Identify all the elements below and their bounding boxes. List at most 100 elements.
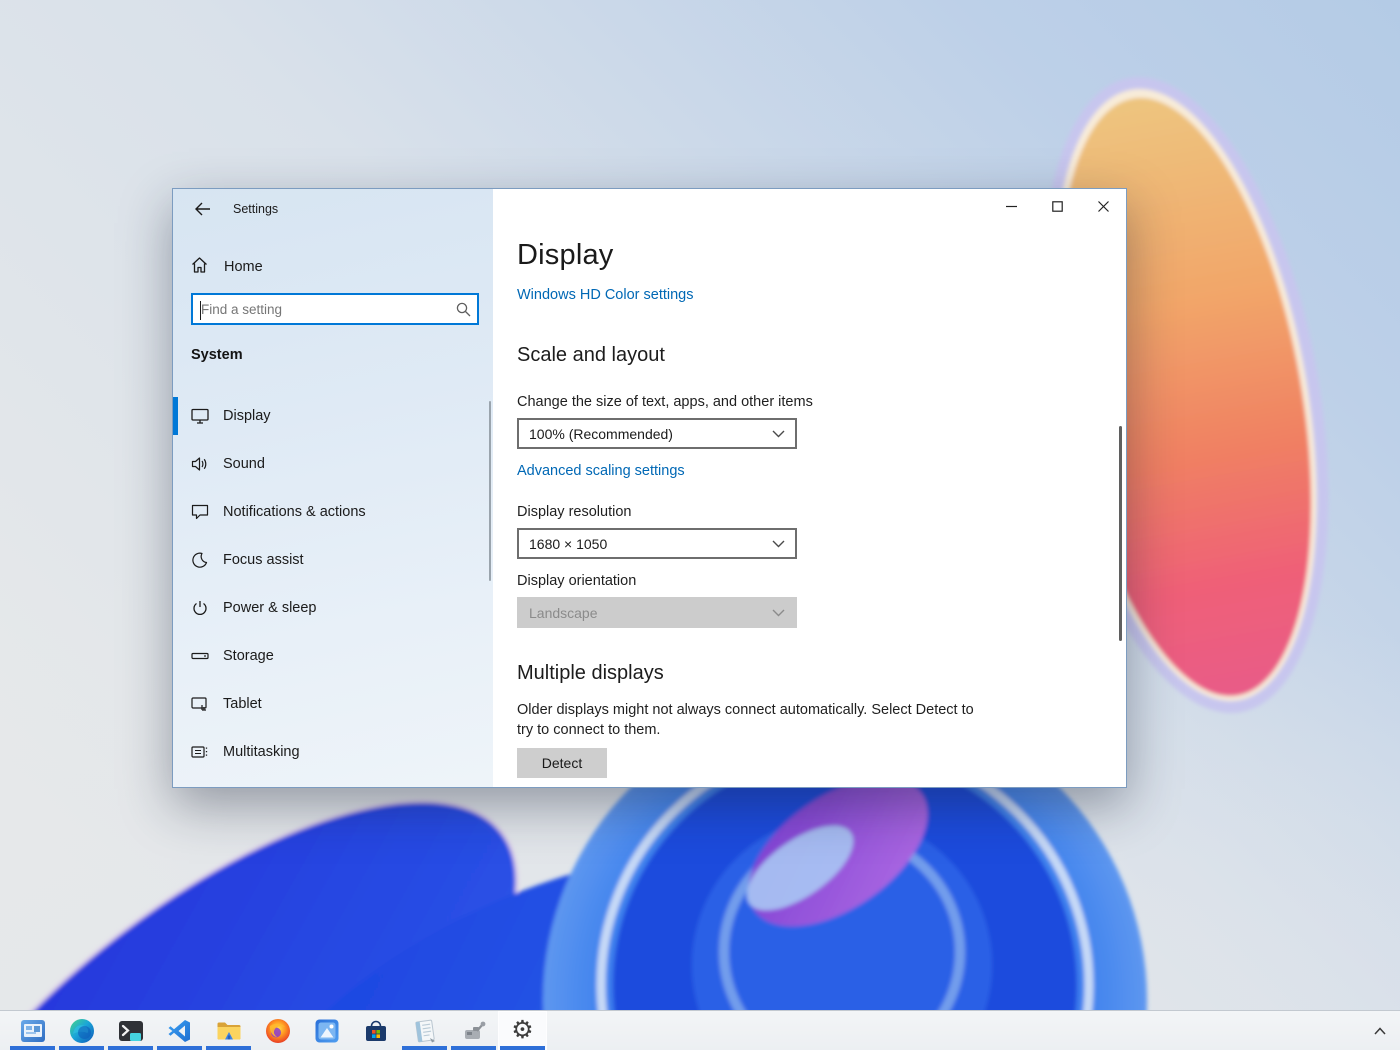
orientation-dropdown: Landscape (517, 597, 797, 628)
taskbar-photos[interactable] (302, 1011, 351, 1050)
sidebar-section-label: System (191, 347, 243, 363)
terminal-icon (117, 1017, 144, 1044)
search-icon[interactable] (449, 302, 477, 317)
vscode-icon (166, 1017, 193, 1044)
running-indicator (402, 1046, 447, 1050)
taskbar-settings[interactable]: ⚙ (498, 1011, 547, 1050)
sidebar-item-display[interactable]: Display (173, 392, 493, 440)
taskbar: ⚙ (0, 1010, 1400, 1050)
sidebar-item-label: Focus assist (223, 552, 304, 568)
detect-button[interactable]: Detect (517, 748, 607, 778)
taskbar-icons: ⚙ (8, 1011, 547, 1050)
tablet-icon (191, 696, 209, 712)
tool-app-icon (460, 1017, 487, 1044)
sidebar-item-sound[interactable]: Sound (173, 440, 493, 488)
sidebar-item-label: Sound (223, 456, 265, 472)
close-button[interactable] (1080, 189, 1126, 223)
content-scrollbar[interactable] (1119, 426, 1122, 641)
hd-color-settings-link[interactable]: Windows HD Color settings (517, 287, 693, 303)
power-icon (191, 600, 209, 616)
sidebar-item-power-sleep[interactable]: Power & sleep (173, 584, 493, 632)
orientation-dropdown-value: Landscape (529, 605, 598, 621)
running-indicator (206, 1046, 251, 1050)
arrow-left-icon (194, 202, 211, 216)
running-indicator (500, 1046, 545, 1050)
sidebar-item-label: Power & sleep (223, 600, 317, 616)
photos-icon (313, 1017, 340, 1044)
sidebar-item-notifications[interactable]: Notifications & actions (173, 488, 493, 536)
sidebar-scrollbar[interactable] (489, 401, 491, 581)
settings-window: Settings Home System Display (172, 188, 1127, 788)
scale-dropdown[interactable]: 100% (Recommended) (517, 418, 797, 449)
crescent-moon-icon (191, 552, 209, 568)
multiple-displays-description: Older displays might not always connect … (517, 701, 975, 740)
running-indicator (59, 1046, 104, 1050)
microsoft-store-icon (362, 1017, 389, 1044)
chevron-down-icon (772, 540, 785, 548)
notepad-icon (411, 1017, 438, 1044)
edge-browser-icon (68, 1017, 95, 1044)
settings-sidebar: Settings Home System Display (173, 189, 493, 787)
resolution-dropdown-value: 1680 × 1050 (529, 536, 607, 552)
maximize-button[interactable] (1034, 189, 1080, 223)
settings-gear-icon: ⚙ (509, 1017, 536, 1044)
resolution-dropdown[interactable]: 1680 × 1050 (517, 528, 797, 559)
orientation-field-label: Display orientation (517, 573, 1086, 589)
chevron-down-icon (772, 430, 785, 438)
taskbar-terminal[interactable] (106, 1011, 155, 1050)
running-indicator (451, 1046, 496, 1050)
running-indicator (10, 1046, 55, 1050)
search-input[interactable] (193, 295, 449, 323)
page-title: Display (517, 239, 1086, 272)
chevron-down-icon (772, 609, 785, 617)
back-button[interactable] (185, 196, 219, 222)
presentation-app-icon (19, 1017, 46, 1044)
sidebar-item-label: Home (224, 259, 263, 275)
text-caret (200, 301, 201, 320)
window-controls (988, 189, 1126, 223)
selected-accent-bar (173, 397, 178, 435)
multiple-displays-heading: Multiple displays (517, 662, 1086, 685)
scale-dropdown-value: 100% (Recommended) (529, 426, 673, 442)
resolution-field-label: Display resolution (517, 504, 1086, 520)
taskbar-tool-app[interactable] (449, 1011, 498, 1050)
sidebar-item-label: Notifications & actions (223, 504, 366, 520)
minimize-icon (1006, 201, 1017, 212)
sidebar-item-multitasking[interactable]: Multitasking (173, 728, 493, 776)
firefox-icon (264, 1017, 291, 1044)
maximize-icon (1052, 201, 1063, 212)
search-box[interactable] (191, 293, 479, 325)
sidebar-item-label: Multitasking (223, 744, 300, 760)
scale-field-label: Change the size of text, apps, and other… (517, 394, 1086, 410)
multitask-windows-icon (191, 744, 209, 760)
running-indicator (108, 1046, 153, 1050)
sidebar-item-label: Tablet (223, 696, 262, 712)
home-icon (191, 257, 208, 278)
taskbar-edge[interactable] (57, 1011, 106, 1050)
sidebar-item-home[interactable]: Home (173, 247, 493, 287)
chevron-up-icon (1374, 1027, 1386, 1035)
taskbar-microsoft-store[interactable] (351, 1011, 400, 1050)
sidebar-item-label: Storage (223, 648, 274, 664)
file-explorer-icon (215, 1017, 242, 1044)
taskbar-presentation-app[interactable] (8, 1011, 57, 1050)
speaker-icon (191, 456, 209, 472)
taskbar-firefox[interactable] (253, 1011, 302, 1050)
sidebar-item-storage[interactable]: Storage (173, 632, 493, 680)
close-icon (1098, 201, 1109, 212)
sidebar-nav: Display Sound Notifications & actions Fo… (173, 392, 493, 776)
taskbar-notepad[interactable] (400, 1011, 449, 1050)
monitor-icon (191, 408, 209, 424)
sidebar-item-tablet[interactable]: Tablet (173, 680, 493, 728)
taskbar-file-explorer[interactable] (204, 1011, 253, 1050)
show-hidden-icons-button[interactable] (1362, 1011, 1398, 1050)
notification-bubble-icon (191, 504, 209, 520)
drive-icon (191, 648, 209, 664)
taskbar-vscode[interactable] (155, 1011, 204, 1050)
advanced-scaling-link[interactable]: Advanced scaling settings (517, 463, 685, 479)
sidebar-item-focus-assist[interactable]: Focus assist (173, 536, 493, 584)
running-indicator (157, 1046, 202, 1050)
window-title: Settings (233, 202, 278, 216)
titlebar: Settings (173, 189, 493, 229)
minimize-button[interactable] (988, 189, 1034, 223)
